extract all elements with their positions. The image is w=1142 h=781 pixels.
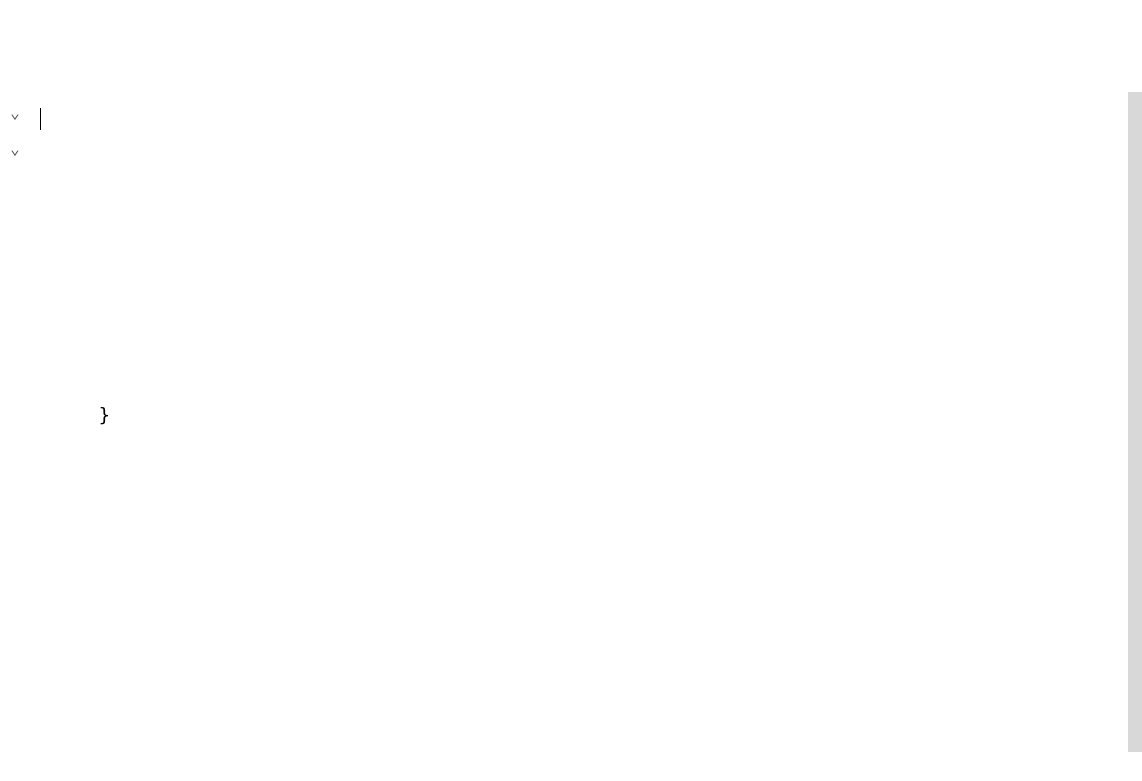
code-text <box>99 187 191 209</box>
code-line[interactable] <box>30 578 1142 686</box>
code-line[interactable] <box>30 108 1142 252</box>
vertical-scrollbar[interactable] <box>1128 92 1142 752</box>
code-area[interactable]: } public class Solution { public static … <box>30 0 1142 781</box>
gutter: ⌄ ⌄ <box>0 0 30 781</box>
code-editor[interactable]: ⌄ ⌄ } public class Solution { public sta… <box>0 0 1142 781</box>
fold-toggle-icon[interactable]: ⌄ <box>6 104 24 122</box>
fold-toggle-icon[interactable]: ⌄ <box>6 140 24 158</box>
text-cursor <box>40 108 41 130</box>
code-text: } <box>99 404 110 426</box>
code-line[interactable]: } <box>30 361 1142 469</box>
